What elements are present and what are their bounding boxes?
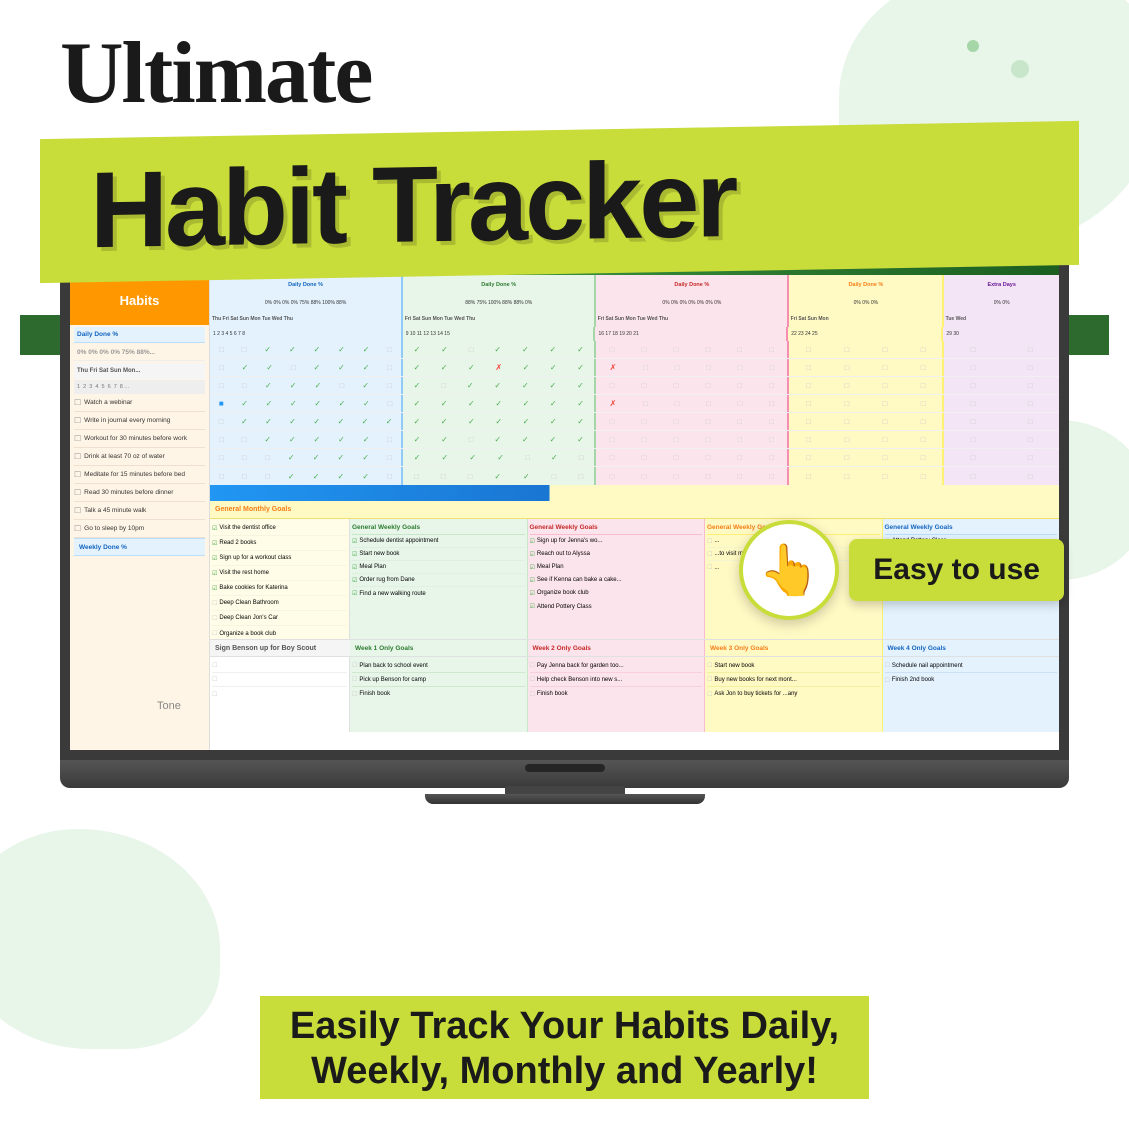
month-only-items: ☐ ☐ ☐ [210, 657, 350, 732]
spreadsheet: mber Habits Daily Done % 0% 0 [70, 230, 1059, 750]
percent-values-row: 0% 0% 0% 0% 75% 88% 100% 88% 88% 75% 100… [210, 295, 1059, 311]
cb-row-4: ■✓✓✓✓✓✓□ ✓✓✓✓✓✓✓ ✗□□□□□ □□ [210, 395, 1059, 413]
week1-only-items: ☐ Plan back to school event ☐ Pick up Be… [350, 657, 528, 732]
habit-item-3: Workout for 30 minutes before work [74, 430, 205, 448]
week2-only-items: ☐ Pay Jenna back for garden too... ☐ Hel… [528, 657, 706, 732]
week1-goals: General Weekly Goals ☑ Schedule dentist … [350, 519, 528, 639]
pointing-hand-circle: 👆 [739, 520, 839, 620]
zone-headers: Daily Done % Daily Done % Daily Done % D… [210, 275, 1059, 295]
habit-item-2: Write in journal every morning [74, 412, 205, 430]
week3-only-items: ☐ Start new book ☐ Buy new books for nex… [705, 657, 883, 732]
laptop-foot [425, 794, 705, 804]
week-only-items: ☐ ☐ ☐ ☐ Plan back to school event ☐ Pick… [210, 657, 1059, 732]
ultimate-title: Ultimate [60, 30, 371, 118]
habit-tracker-title: Habit Tracker [90, 140, 1039, 265]
day-numbers-row: 1 2 3 4 5 6 7 8 ... [74, 380, 205, 394]
tone-label: Tone [157, 700, 181, 712]
tagline-bg: Easily Track Your Habits Daily, Weekly, … [260, 996, 869, 1099]
screen-inner: mber Habits Daily Done % 0% 0 [70, 230, 1059, 750]
week-only-subheader: Sign Benson up for Boy Scout Week 1 Only… [210, 639, 1059, 657]
cb-row-6: □□✓✓✓✓✓□ ✓✓□✓✓✓✓ □□□□□□ □□ [210, 431, 1059, 449]
day-nums-row: 1 2 3 4 5 6 7 8 9 10 11 12 13 14 15 16 1… [210, 327, 1059, 341]
bottom-tagline: Easily Track Your Habits Daily, Weekly, … [0, 996, 1129, 1099]
hand-icon: 👆 [758, 541, 820, 600]
percent-row: 0% 0% 0% 0% 75% 88%... [74, 345, 205, 361]
habits-rows: Daily Done % 0% 0% 0% 0% 75% 88%... Thu … [70, 325, 209, 558]
week4-only-items: ☐ Schedule nail appointment ☐ Finish 2nd… [883, 657, 1060, 732]
habit-item-5: Meditate for 15 minutes before bed [74, 466, 205, 484]
cb-row-7: □□□✓✓✓✓□ ✓✓✓✓□✓□ □□□□□□ □□ [210, 449, 1059, 467]
dot-decoration-2 [967, 40, 979, 52]
habits-col-header: Habits [70, 275, 209, 325]
cb-row-8: □□□✓✓✓✓□ □□□✓✓□□ □□□□□□ □□ [210, 467, 1059, 485]
habit-item-4: Drink at least 70 oz of water [74, 448, 205, 466]
easy-to-use-label: Easy to use [849, 539, 1064, 601]
cb-row-5: □✓✓✓✓✓✓✓ ✓✓✓✓✓✓✓ □□□□□□ □□ [210, 413, 1059, 431]
monthly-goals-header: General Monthly Goals [210, 501, 1059, 519]
monthly-goals-list: ☑ Visit the dentist office ☑ Read 2 book… [210, 519, 350, 639]
cb-row-1: □□✓✓✓✓✓□ ✓✓□✓✓✓✓ □□□□□□ □□ [210, 341, 1059, 359]
habit-item-6: Read 30 minutes before dinner [74, 484, 205, 502]
easy-to-use-badge: 👆 Easy to use [739, 520, 1064, 620]
weekly-done-row: Weekly Done % [74, 538, 205, 556]
week2-goals: General Weekly Goals ☑ Sign up for Jenna… [528, 519, 706, 639]
laptop-notch [525, 764, 605, 772]
days-area: Daily Done % Daily Done % Daily Done % D… [210, 275, 1059, 750]
habit-item-7: Talk a 45 minute walk [74, 502, 205, 520]
habits-label-col: Habits Daily Done % 0% 0% 0% 0% 75% 88%.… [70, 275, 210, 750]
header-section: Ultimate [60, 30, 371, 118]
habit-tracker-banner: Habit Tracker [40, 121, 1079, 283]
day-names-row: Thu Fri Sat Sun Mon Tue Wed Thu Fri Sat … [210, 311, 1059, 327]
daily-done-label: Daily Done % [74, 327, 205, 343]
tagline-line2: Weekly, Monthly and Yearly! [290, 1049, 839, 1095]
laptop-screen: mber Habits Daily Done % 0% 0 [60, 220, 1069, 760]
checkbox-grid: □□✓✓✓✓✓□ ✓✓□✓✓✓✓ □□□□□□ □□ [210, 341, 1059, 485]
dot-decoration-1 [1011, 60, 1029, 78]
day-labels: Thu Fri Sat Sun Mon... [74, 363, 205, 379]
cb-row-3: □□✓✓✓□✓□ ✓□✓✓✓✓✓ □□□□□□ □□ [210, 377, 1059, 395]
laptop-base [60, 760, 1069, 788]
tagline-line1: Easily Track Your Habits Daily, [290, 1004, 839, 1050]
grid-area: Habits Daily Done % 0% 0% 0% 0% 75% 88%.… [70, 275, 1059, 750]
page-container: Ultimate Habit Tracker mber [0, 0, 1129, 1129]
habit-item-1: Watch a webinar [74, 394, 205, 412]
weekly-done-bar [210, 485, 1059, 501]
cb-row-2: □✓✓□✓✓✓□ ✓✓✓✗✓✓✓ ✗□□□□□ □□ [210, 359, 1059, 377]
habit-item-8: Go to sleep by 10pm [74, 520, 205, 538]
